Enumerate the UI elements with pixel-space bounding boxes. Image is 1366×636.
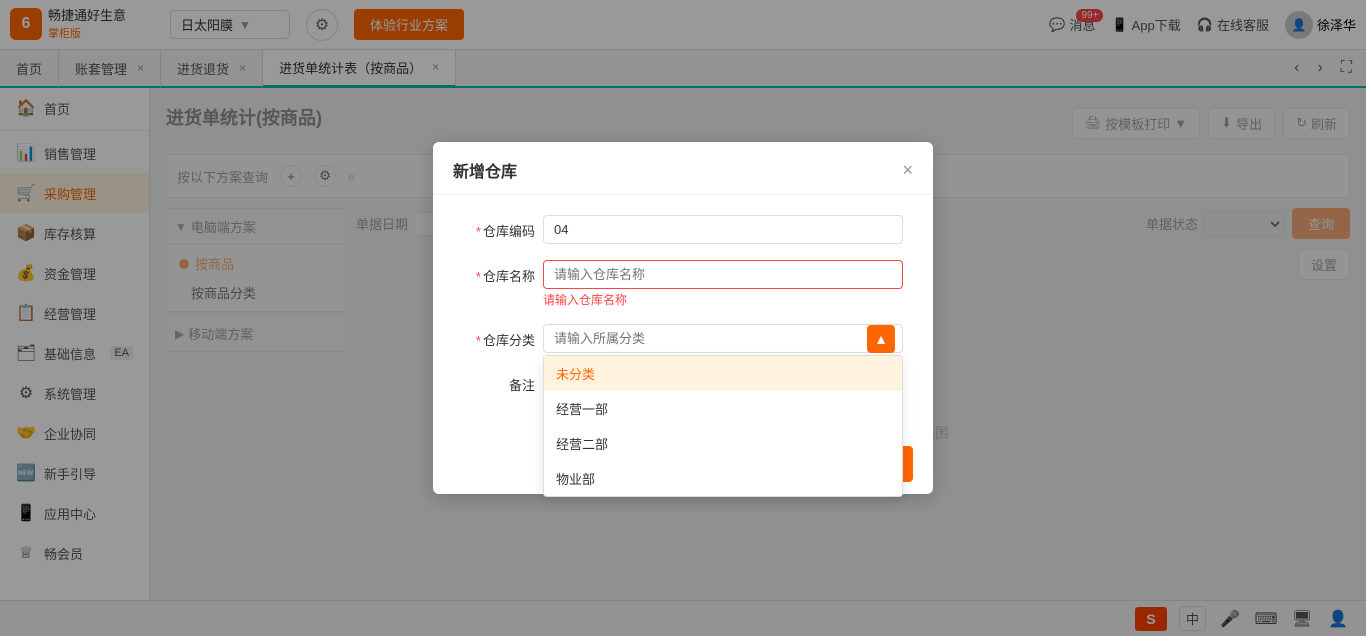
warehouse-name-label: 仓库名称 [463, 260, 543, 285]
form-row-warehouse-category: 仓库分类 ▲ 未分类 经营一部 经营二部 物业部 [463, 324, 903, 353]
form-row-warehouse-code: 仓库编码 [463, 215, 903, 244]
modal-body: 仓库编码 仓库名称 请输入仓库名称 仓库分类 ▲ [433, 195, 933, 434]
modal-header: 新增仓库 × [433, 142, 933, 195]
add-warehouse-modal: 新增仓库 × 仓库编码 仓库名称 请输入仓库名称 仓库分类 [433, 142, 933, 494]
warehouse-code-wrapper [543, 215, 903, 244]
dropdown-item-uncategorized[interactable]: 未分类 [544, 356, 902, 391]
warehouse-name-error: 请输入仓库名称 [543, 291, 903, 308]
modal-close-button[interactable]: × [902, 160, 913, 181]
warehouse-code-input[interactable] [543, 215, 903, 244]
form-row-warehouse-name: 仓库名称 请输入仓库名称 [463, 260, 903, 308]
warehouse-name-input[interactable] [543, 260, 903, 289]
warehouse-category-wrapper: ▲ 未分类 经营一部 经营二部 物业部 [543, 324, 903, 353]
dropdown-item-dept2[interactable]: 经营二部 [544, 426, 902, 461]
warehouse-category-input[interactable] [543, 324, 903, 353]
warehouse-category-label: 仓库分类 [463, 324, 543, 349]
modal-overlay: 新增仓库 × 仓库编码 仓库名称 请输入仓库名称 仓库分类 [0, 0, 1366, 636]
category-dropdown-list: 未分类 经营一部 经营二部 物业部 [543, 355, 903, 497]
warehouse-code-label: 仓库编码 [463, 215, 543, 240]
dropdown-arrow-button[interactable]: ▲ [867, 325, 895, 353]
warehouse-name-wrapper: 请输入仓库名称 [543, 260, 903, 308]
dropdown-item-dept1[interactable]: 经营一部 [544, 391, 902, 426]
remark-label: 备注 [463, 369, 543, 394]
dropdown-item-property[interactable]: 物业部 [544, 461, 902, 496]
modal-title: 新增仓库 [453, 158, 517, 182]
